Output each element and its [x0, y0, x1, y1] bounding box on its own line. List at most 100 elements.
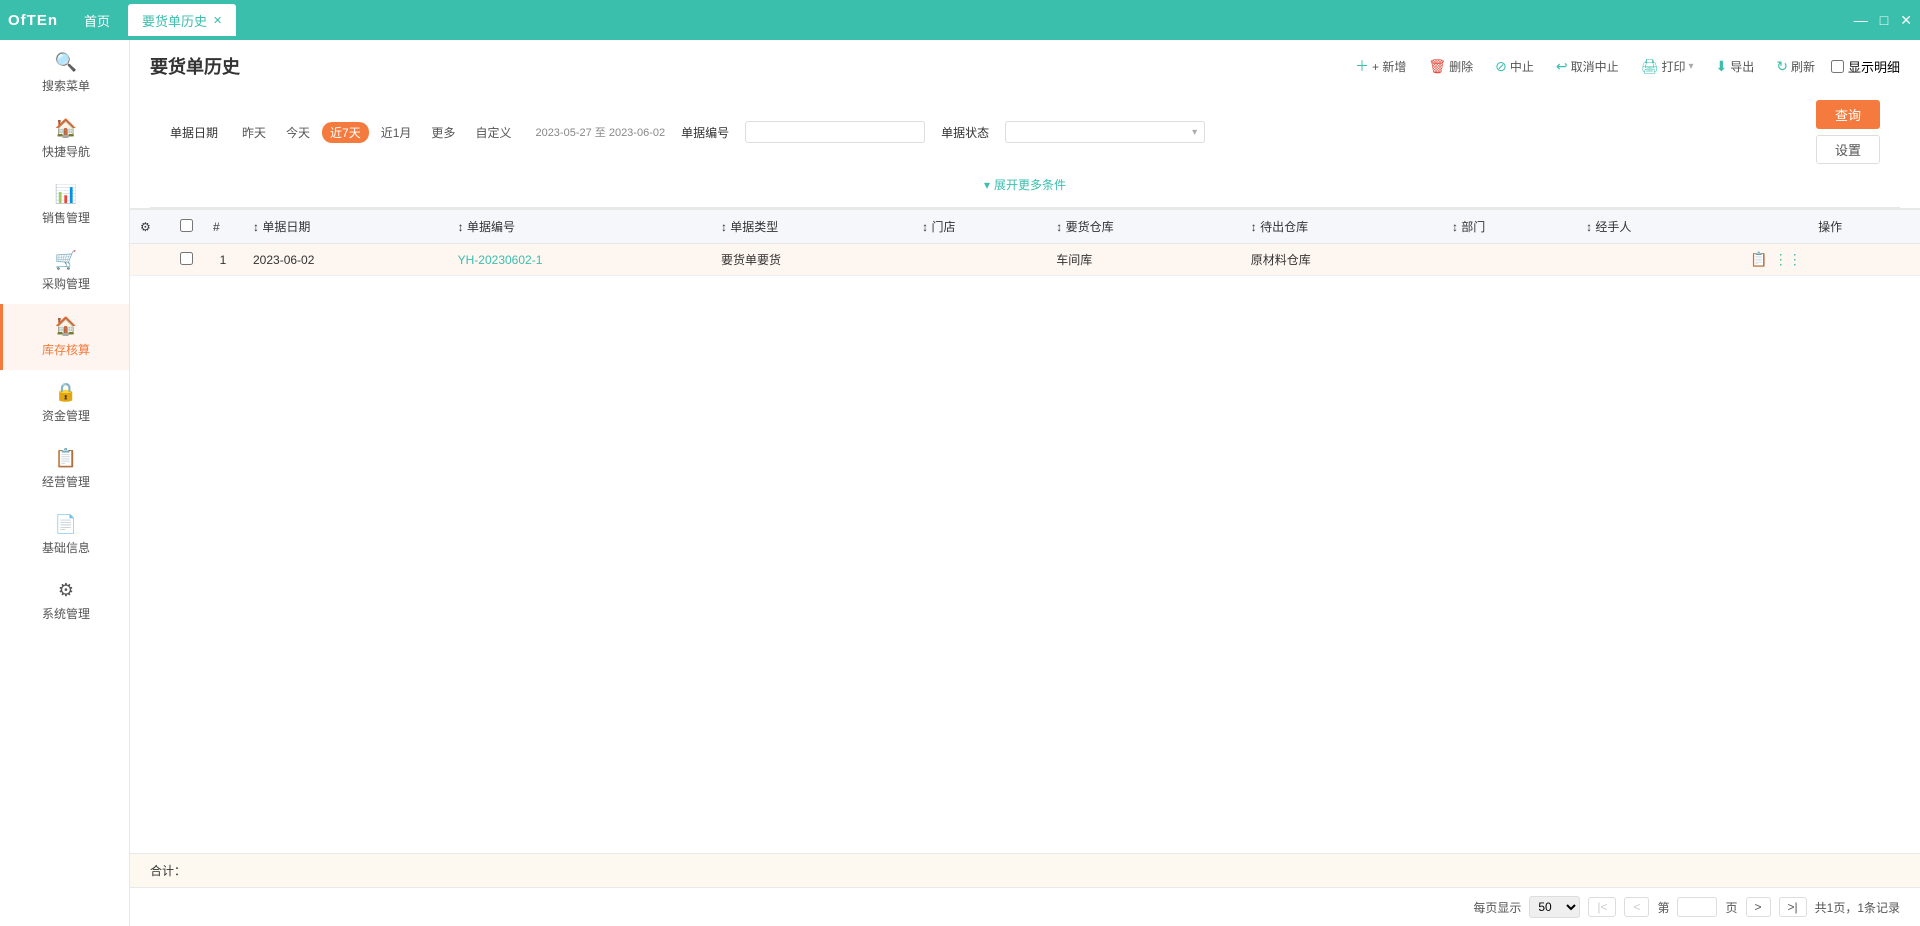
- sidebar-item-inventory[interactable]: 🏠 库存核算: [0, 304, 129, 370]
- row-type-cell: 要货单要货: [711, 244, 912, 276]
- page-input[interactable]: 1: [1677, 897, 1717, 917]
- col-date-label: ↕ 单据日期: [253, 220, 310, 234]
- cart-icon: 🛒: [55, 250, 77, 271]
- export-button[interactable]: ⬇ 导出: [1709, 54, 1760, 79]
- sidebar-label-finance: 资金管理: [42, 407, 90, 424]
- col-wait-warehouse[interactable]: ↕ 待出仓库: [1241, 210, 1442, 244]
- search-button[interactable]: 查询: [1816, 100, 1880, 129]
- new-button[interactable]: ＋ + 新增: [1349, 52, 1412, 80]
- date-btn-custom[interactable]: 自定义: [467, 122, 519, 143]
- row-handler-cell: [1576, 244, 1740, 276]
- col-docnum[interactable]: ↕ 单据编号: [448, 210, 711, 244]
- row-edit-icon[interactable]: 📋: [1750, 251, 1767, 268]
- clipboard-icon: 📋: [55, 448, 77, 469]
- expand-more-btn[interactable]: ▾ 展开更多条件: [170, 172, 1880, 197]
- sidebar-item-operation[interactable]: 📋 经营管理: [0, 436, 129, 502]
- stop-button[interactable]: ⊘ 中止: [1489, 54, 1540, 79]
- sidebar-label-system: 系统管理: [42, 605, 90, 622]
- refresh-button[interactable]: ↻ 刷新: [1770, 54, 1821, 79]
- col-store[interactable]: ↕ 门店: [912, 210, 1046, 244]
- filter-area: 单据日期 昨天 今天 近7天 近1月 更多 自定义 2023-05-27 至 2…: [150, 90, 1900, 208]
- prev-page-button[interactable]: <: [1624, 897, 1649, 917]
- export-icon: ⬇: [1715, 58, 1727, 75]
- show-detail-checkbox[interactable]: [1831, 60, 1844, 73]
- print-button[interactable]: 🖨 打印 ▾: [1635, 54, 1700, 79]
- date-btn-1month[interactable]: 近1月: [373, 122, 420, 143]
- sidebar-item-system[interactable]: ⚙ 系统管理: [0, 568, 129, 634]
- lock-icon: 🔒: [55, 382, 77, 403]
- row-checkbox[interactable]: [180, 252, 193, 265]
- maximize-icon[interactable]: □: [1880, 12, 1888, 28]
- col-handler-label: ↕ 经手人: [1586, 220, 1631, 234]
- col-type[interactable]: ↕ 单据类型: [711, 210, 912, 244]
- plus-icon: ＋: [1355, 56, 1369, 76]
- export-label: 导出: [1730, 58, 1754, 75]
- print-icon: 🖨: [1641, 58, 1659, 75]
- date-btn-today[interactable]: 今天: [278, 122, 318, 143]
- print-arrow-icon: ▾: [1688, 61, 1693, 72]
- sidebar-item-quick-nav[interactable]: 🏠 快捷导航: [0, 106, 129, 172]
- col-wait-warehouse-label: ↕ 待出仓库: [1251, 220, 1308, 234]
- close-icon[interactable]: ✕: [1900, 12, 1912, 29]
- sidebar-item-search[interactable]: 🔍 搜索菜单: [0, 40, 129, 106]
- col-settings[interactable]: ⚙: [130, 210, 170, 244]
- date-btn-7days[interactable]: 近7天: [322, 122, 369, 143]
- tab-bar: OfTEn 首页 要货单历史 ✕: [8, 4, 1854, 36]
- page-size-select[interactable]: 10 20 50 100: [1529, 896, 1580, 918]
- date-btn-more[interactable]: 更多: [423, 122, 463, 143]
- first-page-button[interactable]: |<: [1588, 897, 1616, 917]
- page-header: 要货单历史 ＋ + 新增 🗑 删除 ⊘ 中止 ↩: [130, 40, 1920, 209]
- expand-more-label: 展开更多条件: [994, 176, 1066, 193]
- setting-button[interactable]: 设置: [1816, 135, 1880, 164]
- last-page-button[interactable]: >|: [1779, 897, 1807, 917]
- show-detail-toggle[interactable]: 显示明细: [1831, 57, 1900, 76]
- row-docnum-link[interactable]: YH-20230602-1: [458, 253, 543, 267]
- next-page-button[interactable]: >: [1746, 897, 1771, 917]
- page-title: 要货单历史: [150, 53, 240, 79]
- row-checkbox-cell: [170, 244, 203, 276]
- docnum-input[interactable]: [745, 121, 925, 143]
- row-actions-cell: 📋 ⋮⋮: [1740, 244, 1920, 276]
- row-docnum-cell[interactable]: YH-20230602-1: [448, 244, 711, 276]
- select-all-checkbox[interactable]: [180, 219, 193, 232]
- col-date[interactable]: ↕ 单据日期: [243, 210, 448, 244]
- table-body: 1 2023-06-02 YH-20230602-1 要货单要货 车间库 原材料…: [130, 244, 1920, 276]
- top-bar: OfTEn 首页 要货单历史 ✕ — □ ✕: [0, 0, 1920, 40]
- date-btn-yesterday[interactable]: 昨天: [234, 122, 274, 143]
- sidebar-label-inventory: 库存核算: [42, 341, 90, 358]
- date-range-display: 2023-05-27 至 2023-06-02: [535, 124, 665, 140]
- row-date-cell: 2023-06-02: [243, 244, 448, 276]
- docnum-filter-label: 单据编号: [681, 124, 729, 141]
- status-filter-label: 单据状态: [941, 124, 989, 141]
- sidebar-item-basic[interactable]: 📄 基础信息: [0, 502, 129, 568]
- sidebar-item-purchase[interactable]: 🛒 采购管理: [0, 238, 129, 304]
- stop-label: 中止: [1510, 58, 1534, 75]
- col-req-warehouse[interactable]: ↕ 要货仓库: [1046, 210, 1240, 244]
- inventory-icon: 🏠: [55, 316, 77, 337]
- delete-button[interactable]: 🗑 删除: [1422, 54, 1479, 79]
- tab-home[interactable]: 首页: [70, 4, 124, 36]
- show-detail-label: 显示明细: [1848, 57, 1900, 76]
- col-actions: 操作: [1740, 210, 1920, 244]
- tab-home-label: 首页: [84, 11, 110, 30]
- tab-purchase-history[interactable]: 要货单历史 ✕: [128, 4, 236, 36]
- status-select[interactable]: [1005, 121, 1205, 143]
- col-dept[interactable]: ↕ 部门: [1442, 210, 1576, 244]
- col-handler[interactable]: ↕ 经手人: [1576, 210, 1740, 244]
- row-more-icon[interactable]: ⋮⋮: [1774, 251, 1802, 268]
- filter-action-buttons: 查询 设置: [1816, 100, 1880, 164]
- sidebar-item-finance[interactable]: 🔒 资金管理: [0, 370, 129, 436]
- cancel-stop-button[interactable]: ↩ 取消中止: [1550, 54, 1625, 79]
- tab-close-icon[interactable]: ✕: [213, 14, 222, 27]
- col-num: #: [203, 210, 243, 244]
- sidebar-item-sales[interactable]: 📊 销售管理: [0, 172, 129, 238]
- col-checkbox: [170, 210, 203, 244]
- date-filter-buttons: 昨天 今天 近7天 近1月 更多 自定义: [234, 122, 519, 143]
- table-area: ⚙ # ↕ 单据日期 ↕ 单据编号: [130, 209, 1920, 926]
- page-title-row: 要货单历史 ＋ + 新增 🗑 删除 ⊘ 中止 ↩: [150, 52, 1900, 80]
- minimize-icon[interactable]: —: [1854, 12, 1868, 28]
- summary-row: 合计：: [130, 853, 1920, 887]
- pagination: 每页显示 10 20 50 100 |< < 第 1 页 > >| 共1页，1条…: [130, 887, 1920, 926]
- print-label: 打印: [1661, 58, 1685, 75]
- tab-purchase-history-label: 要货单历史: [142, 11, 207, 30]
